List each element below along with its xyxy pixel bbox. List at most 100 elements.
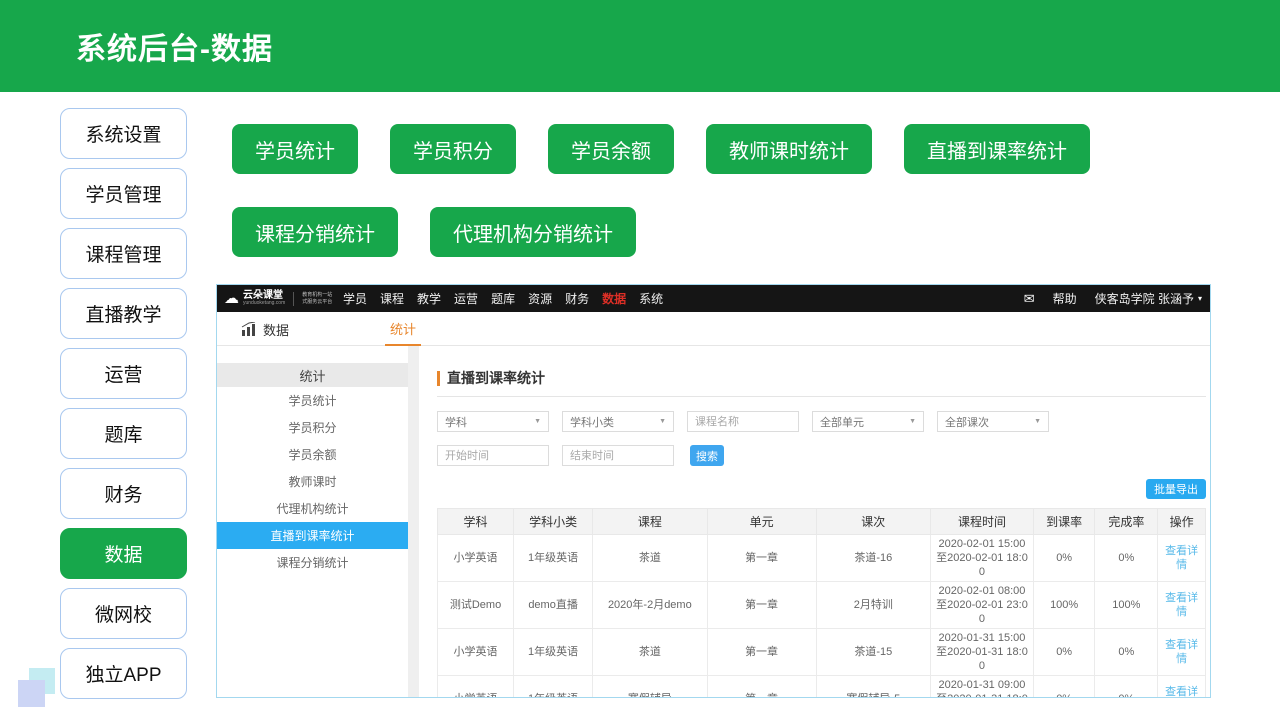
filter-row-1: 学科 ▼ 学科小类 ▼ 全部单元 ▼ 全部课次 ▼ bbox=[437, 411, 1206, 432]
nav-item-agency-stats[interactable]: 代理机构统计 bbox=[217, 495, 408, 522]
nav-main-divider bbox=[408, 346, 419, 697]
nav-item-teacher-hours[interactable]: 教师课时 bbox=[217, 468, 408, 495]
topbar-right: ✉ 帮助 侠客岛学院 张涵予 ▾ bbox=[1024, 285, 1202, 312]
sidebar-item-question-bank[interactable]: 题库 bbox=[60, 408, 187, 459]
quick-links: 学员统计 学员积分 学员余额 教师课时统计 直播到课率统计 课程分销统计 代理机… bbox=[232, 124, 1090, 257]
mail-icon[interactable]: ✉ bbox=[1024, 291, 1035, 307]
menu-item-question-bank[interactable]: 题库 bbox=[491, 290, 515, 307]
quick-links-row-1: 学员统计 学员积分 学员余额 教师课时统计 直播到课率统计 bbox=[232, 124, 1090, 174]
col-unit: 单元 bbox=[707, 509, 816, 535]
table-row: 小学英语 1年级英语 寒假辅导 第一章 寒假辅导-5 2020-01-31 09… bbox=[438, 676, 1206, 699]
view-detail-link[interactable]: 查看详情 bbox=[1165, 592, 1198, 618]
course-name-input[interactable] bbox=[687, 411, 799, 432]
sidebar-item-finance[interactable]: 财务 bbox=[60, 468, 187, 519]
table-row: 测试Demo demo直播 2020年-2月demo 第一章 2月特训 2020… bbox=[438, 582, 1206, 629]
module-label: 数据 bbox=[263, 320, 289, 339]
col-action: 操作 bbox=[1158, 509, 1206, 535]
section-title: 直播到课率统计 bbox=[447, 368, 545, 388]
filter-row-2: 搜索 bbox=[437, 445, 1206, 466]
menu-item-system[interactable]: 系统 bbox=[639, 290, 663, 307]
nav-item-student-points[interactable]: 学员积分 bbox=[217, 414, 408, 441]
admin-top-menu: 学员 课程 教学 运营 题库 资源 财务 数据 系统 bbox=[343, 285, 663, 312]
menu-item-students[interactable]: 学员 bbox=[343, 290, 367, 307]
menu-item-resources[interactable]: 资源 bbox=[528, 290, 552, 307]
menu-item-data[interactable]: 数据 bbox=[602, 290, 626, 307]
menu-item-teaching[interactable]: 教学 bbox=[417, 290, 441, 307]
col-category: 学科小类 bbox=[514, 509, 593, 535]
account-name: 侠客岛学院 张涵予 bbox=[1095, 290, 1194, 307]
decor-square-lavender bbox=[18, 680, 45, 707]
table-row: 小学英语 1年级英语 茶道 第一章 茶道-16 2020-02-01 15:00… bbox=[438, 535, 1206, 582]
caret-down-icon: ▼ bbox=[909, 418, 916, 425]
subcategory-select[interactable]: 学科小类 ▼ bbox=[562, 411, 674, 432]
help-link[interactable]: 帮助 bbox=[1053, 290, 1077, 307]
col-completion: 完成率 bbox=[1095, 509, 1158, 535]
statistics-nav: 统计 学员统计 学员积分 学员余额 教师课时 代理机构统计 直播到课率统计 课程… bbox=[217, 346, 408, 697]
sidebar-item-data[interactable]: 数据 bbox=[60, 528, 187, 579]
menu-item-courses[interactable]: 课程 bbox=[380, 290, 404, 307]
end-time-input[interactable] bbox=[562, 445, 674, 466]
view-detail-link[interactable]: 查看详情 bbox=[1165, 545, 1198, 571]
start-time-input[interactable] bbox=[437, 445, 549, 466]
admin-topbar: ☁ 云朵课堂 yunduoketang.com 教育机构一站 式服务云平台 学员… bbox=[217, 285, 1210, 312]
quick-student-balance-button[interactable]: 学员余额 bbox=[548, 124, 674, 174]
quick-student-stats-button[interactable]: 学员统计 bbox=[232, 124, 358, 174]
nav-item-live-attendance[interactable]: 直播到课率统计 bbox=[217, 522, 408, 549]
main-panel: 直播到课率统计 学科 ▼ 学科小类 ▼ 全部单元 ▼ 全部课次 bbox=[419, 346, 1210, 697]
logo-divider bbox=[293, 292, 294, 306]
quick-course-distribution-button[interactable]: 课程分销统计 bbox=[232, 207, 398, 257]
menu-item-finance[interactable]: 财务 bbox=[565, 290, 589, 307]
sidebar-item-micro-school[interactable]: 微网校 bbox=[60, 588, 187, 639]
sidebar-item-operations[interactable]: 运营 bbox=[60, 348, 187, 399]
menu-item-operations[interactable]: 运营 bbox=[454, 290, 478, 307]
lesson-select[interactable]: 全部课次 ▼ bbox=[937, 411, 1049, 432]
tab-statistics[interactable]: 统计 bbox=[385, 312, 421, 346]
cloud-logo-icon: ☁ bbox=[224, 291, 239, 306]
page-header: 系统后台-数据 bbox=[0, 0, 1280, 92]
table-row: 小学英语 1年级英语 茶道 第一章 茶道-15 2020-01-31 15:00… bbox=[438, 629, 1206, 676]
sidebar: 系统设置 学员管理 课程管理 直播教学 运营 题库 财务 数据 微网校 独立AP… bbox=[60, 108, 187, 708]
quick-live-attendance-button[interactable]: 直播到课率统计 bbox=[904, 124, 1090, 174]
nav-header: 统计 bbox=[217, 363, 408, 387]
sidebar-item-standalone-app[interactable]: 独立APP bbox=[60, 648, 187, 699]
sidebar-item-settings[interactable]: 系统设置 bbox=[60, 108, 187, 159]
view-detail-link[interactable]: 查看详情 bbox=[1165, 639, 1198, 665]
table-header-row: 学科 学科小类 课程 单元 课次 课程时间 到课率 完成率 操作 bbox=[438, 509, 1206, 535]
account-menu[interactable]: 侠客岛学院 张涵予 ▾ bbox=[1095, 290, 1202, 307]
section-divider bbox=[437, 396, 1206, 397]
admin-window: ☁ 云朵课堂 yunduoketang.com 教育机构一站 式服务云平台 学员… bbox=[216, 284, 1211, 698]
view-detail-link[interactable]: 查看详情 bbox=[1165, 686, 1198, 698]
quick-links-row-2: 课程分销统计 代理机构分销统计 bbox=[232, 207, 1090, 257]
sidebar-item-live-teaching[interactable]: 直播教学 bbox=[60, 288, 187, 339]
brand-tagline: 教育机构一站 式服务云平台 bbox=[302, 292, 332, 305]
caret-down-icon: ▼ bbox=[1034, 418, 1041, 425]
col-subject: 学科 bbox=[438, 509, 514, 535]
nav-item-student-balance[interactable]: 学员余额 bbox=[217, 441, 408, 468]
batch-export-button[interactable]: 批量导出 bbox=[1146, 479, 1206, 499]
breadcrumb: 数据 bbox=[241, 312, 289, 346]
sidebar-item-courses[interactable]: 课程管理 bbox=[60, 228, 187, 279]
brand-logo: ☁ 云朵课堂 yunduoketang.com 教育机构一站 式服务云平台 bbox=[217, 290, 332, 307]
quick-student-points-button[interactable]: 学员积分 bbox=[390, 124, 516, 174]
subject-select[interactable]: 学科 ▼ bbox=[437, 411, 549, 432]
brand-domain: yunduoketang.com bbox=[243, 301, 285, 307]
caret-down-icon: ▼ bbox=[659, 418, 666, 425]
admin-content: 统计 学员统计 学员积分 学员余额 教师课时 代理机构统计 直播到课率统计 课程… bbox=[217, 346, 1210, 697]
nav-item-student-stats[interactable]: 学员统计 bbox=[217, 387, 408, 414]
quick-agency-distribution-button[interactable]: 代理机构分销统计 bbox=[430, 207, 636, 257]
chevron-down-icon: ▾ bbox=[1198, 294, 1202, 303]
caret-down-icon: ▼ bbox=[534, 418, 541, 425]
nav-item-course-distribution[interactable]: 课程分销统计 bbox=[217, 549, 408, 576]
section-title-row: 直播到课率统计 bbox=[437, 368, 1206, 388]
module-bar: 数据 统计 bbox=[217, 312, 1210, 346]
col-course: 课程 bbox=[593, 509, 707, 535]
col-lesson: 课次 bbox=[816, 509, 930, 535]
bar-chart-icon bbox=[241, 322, 257, 336]
export-row: 批量导出 bbox=[437, 479, 1206, 499]
page-title: 系统后台-数据 bbox=[76, 0, 273, 92]
unit-select[interactable]: 全部单元 ▼ bbox=[812, 411, 924, 432]
attendance-table: 学科 学科小类 课程 单元 课次 课程时间 到课率 完成率 操作 小学英语 1年 bbox=[437, 508, 1206, 698]
sidebar-item-students[interactable]: 学员管理 bbox=[60, 168, 187, 219]
quick-teacher-hours-button[interactable]: 教师课时统计 bbox=[706, 124, 872, 174]
search-button[interactable]: 搜索 bbox=[690, 445, 724, 466]
